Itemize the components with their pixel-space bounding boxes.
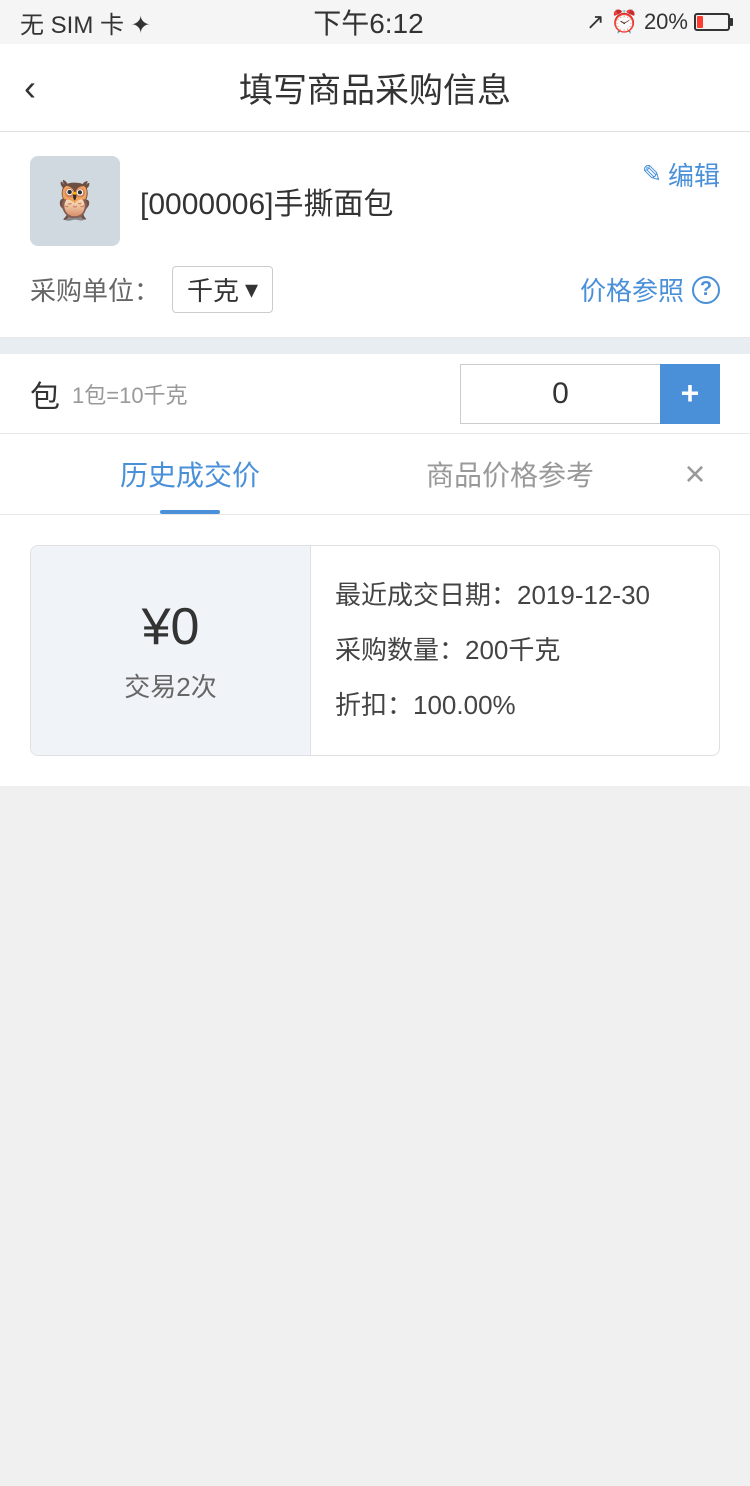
price-ref-label: 价格参照 — [580, 271, 684, 308]
tab-close-button[interactable]: × — [670, 449, 720, 499]
price-ref-button[interactable]: 价格参照 ? — [580, 271, 720, 308]
battery-percent: 20% — [644, 9, 688, 35]
history-details: 最近成交日期：2019-12-30 采购数量：200千克 折扣：100.00% — [311, 546, 719, 755]
discount-label: 折扣： — [335, 690, 413, 720]
product-header: 🦉 [0000006]手撕面包 ✎ 编辑 — [30, 156, 720, 246]
section-divider — [0, 338, 750, 354]
recent-date-label: 最近成交日期： — [335, 580, 517, 610]
edit-label: 编辑 — [668, 156, 720, 193]
tab-history-label: 历史成交价 — [120, 454, 260, 494]
purchase-qty-label: 采购数量： — [335, 635, 465, 665]
status-right: ↗ ⏰ 20% — [586, 9, 730, 35]
tab-reference-label: 商品价格参考 — [426, 454, 594, 494]
product-name: [0000006]手撕面包 — [140, 179, 393, 223]
status-bar: 无 SIM 卡 ✦ 下午6:12 ↗ ⏰ 20% — [0, 0, 750, 44]
nav-bar: ‹ 填写商品采购信息 — [0, 44, 750, 132]
unit-label: 采购单位： — [30, 271, 160, 308]
quantity-row: 包 1包=10千克 + — [0, 354, 750, 434]
history-card: ¥0 交易2次 最近成交日期：2019-12-30 采购数量：200千克 折扣：… — [30, 545, 720, 756]
quantity-unit: 包 — [30, 372, 60, 416]
tab-history-price[interactable]: 历史成交价 — [30, 434, 350, 514]
quantity-input[interactable] — [460, 364, 660, 424]
edit-button[interactable]: ✎ 编辑 — [642, 156, 720, 193]
dropdown-arrow: ▾ — [245, 274, 258, 305]
product-thumbnail: 🦉 — [30, 156, 120, 246]
product-card: 🦉 [0000006]手撕面包 ✎ 编辑 采购单位： 千克 ▾ 价格参照 ? — [0, 132, 750, 338]
discount-row: 折扣：100.00% — [335, 686, 695, 725]
quantity-note: 1包=10千克 — [72, 378, 188, 410]
page-title: 填写商品采购信息 — [239, 63, 511, 112]
edit-icon: ✎ — [642, 160, 662, 189]
unit-selector[interactable]: 千克 ▾ — [172, 266, 273, 313]
status-time: 下午6:12 — [313, 2, 424, 42]
unit-value: 千克 — [187, 271, 239, 308]
product-owl-icon: 🦉 — [51, 179, 98, 223]
back-button[interactable]: ‹ — [24, 67, 36, 109]
history-content: ¥0 交易2次 最近成交日期：2019-12-30 采购数量：200千克 折扣：… — [0, 515, 750, 786]
unit-section: 采购单位： 千克 ▾ — [30, 266, 273, 313]
tab-price-reference[interactable]: 商品价格参考 — [350, 434, 670, 514]
signal-text: 无 SIM 卡 ✦ — [20, 5, 151, 40]
purchase-qty-row: 采购数量：200千克 — [335, 631, 695, 670]
status-left: 无 SIM 卡 ✦ — [20, 5, 151, 40]
quantity-controls: + — [460, 364, 720, 424]
purchase-qty-value: 200千克 — [465, 635, 560, 665]
main-content — [0, 786, 750, 1486]
quantity-label: 包 1包=10千克 — [30, 372, 188, 416]
tab-section: 历史成交价 商品价格参考 × ¥0 交易2次 最近成交日期：2019-12-30… — [0, 434, 750, 786]
battery-icon — [694, 13, 730, 31]
history-price-section: ¥0 交易2次 — [31, 546, 311, 755]
product-left: 🦉 [0000006]手撕面包 — [30, 156, 393, 246]
location-icon: ↗ — [586, 9, 604, 35]
alarm-icon: ⏰ — [611, 9, 638, 35]
info-icon: ? — [692, 276, 720, 304]
tab-bar: 历史成交价 商品价格参考 × — [0, 434, 750, 515]
quantity-add-button[interactable]: + — [660, 364, 720, 424]
discount-value: 100.00% — [413, 690, 516, 720]
recent-date-row: 最近成交日期：2019-12-30 — [335, 576, 695, 615]
history-trade-count: 交易2次 — [124, 667, 216, 704]
history-price-value: ¥0 — [142, 597, 200, 657]
recent-date-value: 2019-12-30 — [517, 580, 650, 610]
product-footer: 采购单位： 千克 ▾ 价格参照 ? — [30, 266, 720, 313]
